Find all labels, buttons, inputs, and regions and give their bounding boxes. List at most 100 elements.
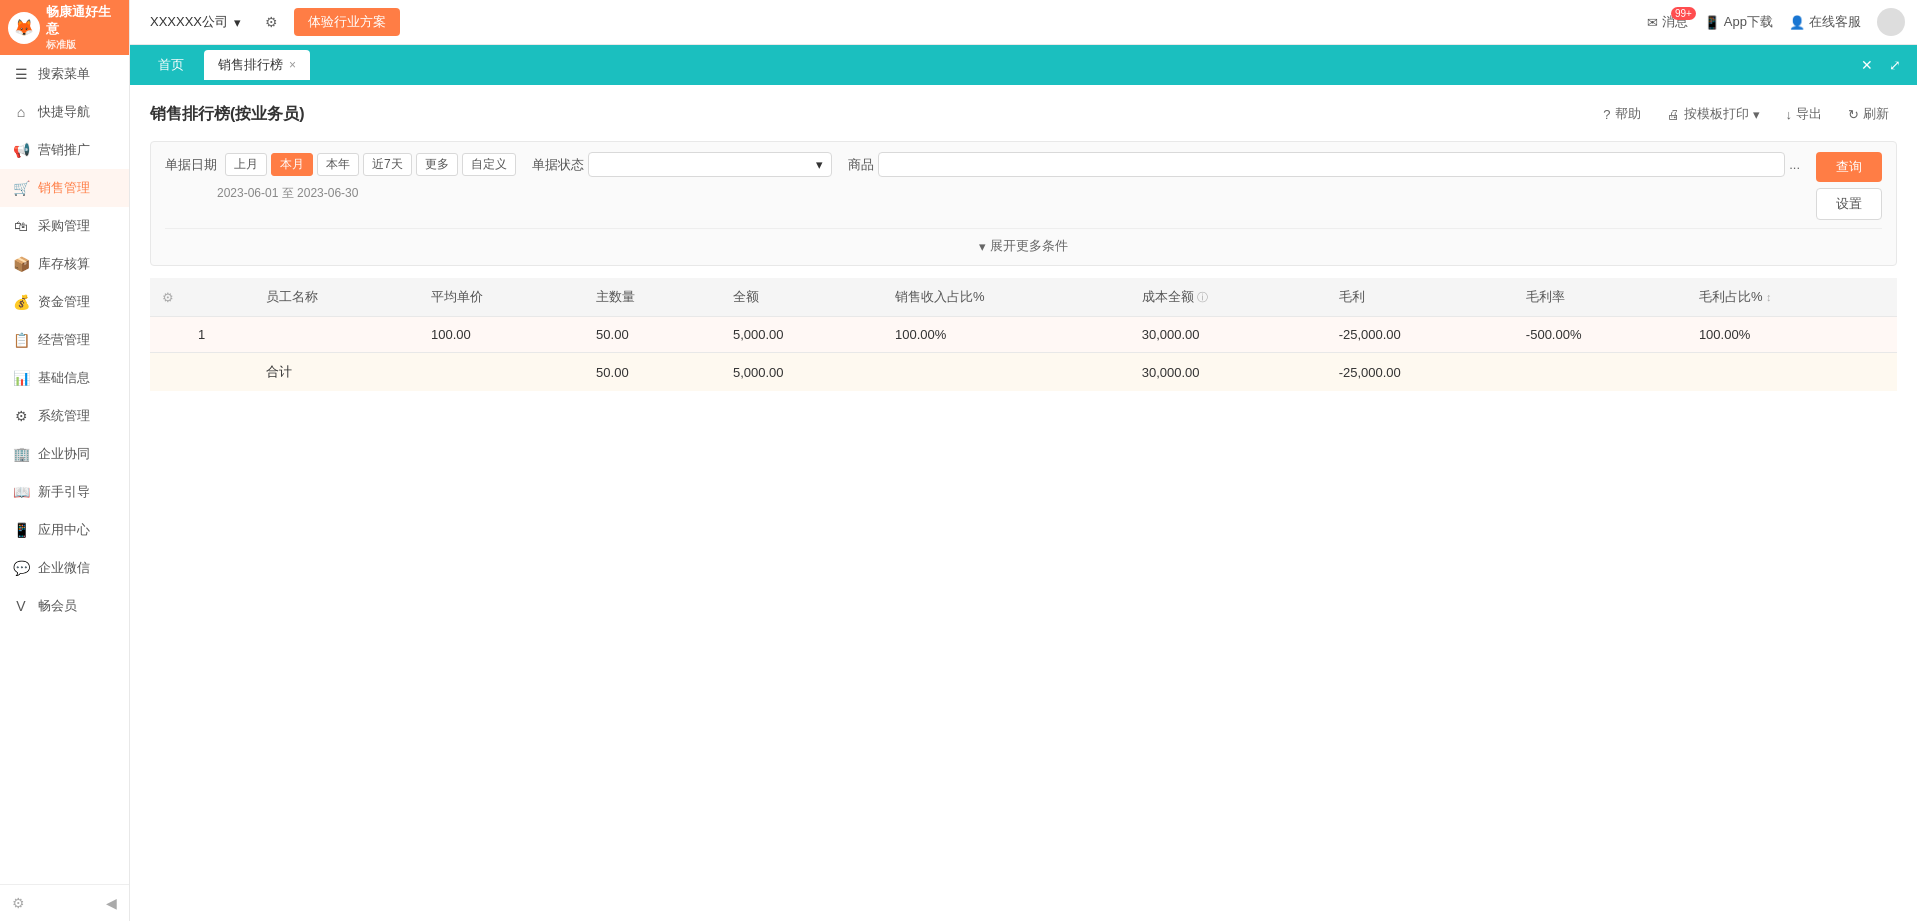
date-btn-this-year[interactable]: 本年: [317, 153, 359, 176]
sidebar-item-8[interactable]: 📊 基础信息: [0, 359, 129, 397]
query-button[interactable]: 查询: [1816, 152, 1882, 182]
print-dropdown-icon: ▾: [1753, 107, 1760, 122]
refresh-button[interactable]: ↻ 刷新: [1840, 101, 1897, 127]
footer-cost: 30,000.00: [1130, 353, 1327, 392]
date-range-display: 2023-06-01 至 2023-06-30: [217, 185, 358, 202]
sidebar-item-9[interactable]: ⚙ 系统管理: [0, 397, 129, 435]
tab-sales-ranking[interactable]: 销售排行榜 ×: [204, 50, 310, 80]
app-subtitle: 标准版: [46, 38, 121, 51]
sidebar-label-0: 搜索菜单: [38, 65, 90, 83]
col-settings[interactable]: ⚙: [150, 278, 186, 317]
date-filter-buttons: 上月 本月 本年 近7天 更多 自定义: [225, 153, 516, 176]
app-download-button[interactable]: 📱 App下载: [1704, 13, 1773, 31]
sidebar-settings-icon[interactable]: ⚙: [12, 895, 25, 911]
sidebar-item-14[interactable]: V 畅会员: [0, 587, 129, 625]
company-name: XXXXXX公司: [150, 13, 228, 31]
footer-sales-pct: [883, 353, 1130, 392]
sidebar-item-4[interactable]: 🛍 采购管理: [0, 207, 129, 245]
template-print-button[interactable]: 🖨 按模板打印 ▾: [1659, 101, 1768, 127]
row-cost: 30,000.00: [1130, 317, 1327, 353]
page-title-row: 销售排行榜(按业务员) ? 帮助 🖨 按模板打印 ▾ ↓ 导出: [150, 101, 1897, 127]
col-gross: 毛利: [1327, 278, 1514, 317]
main-area: XXXXXX公司 ▾ ⚙ 体验行业方案 ✉ 消息 99+ 📱 App下载 👤 在…: [130, 0, 1917, 921]
expand-button[interactable]: ▾ 展开更多条件: [979, 237, 1068, 255]
sidebar-label-6: 资金管理: [38, 293, 90, 311]
row-rank: 1: [186, 317, 254, 353]
sidebar-item-11[interactable]: 📖 新手引导: [0, 473, 129, 511]
col-gross-pct: 毛利占比% ↕: [1687, 278, 1897, 317]
date-btn-7days[interactable]: 近7天: [363, 153, 412, 176]
date-btn-more[interactable]: 更多: [416, 153, 458, 176]
sidebar: 🦊 畅康通好生意 标准版 ☰ 搜索菜单 ⌂ 快捷导航 📢 营销推广 🛒 销售管理…: [0, 0, 130, 921]
expand-label: 展开更多条件: [990, 237, 1068, 255]
service-icon: 👤: [1789, 15, 1805, 30]
sidebar-item-1[interactable]: ⌂ 快捷导航: [0, 93, 129, 131]
date-filter-label: 单据日期: [165, 156, 217, 174]
sidebar-label-10: 企业协同: [38, 445, 90, 463]
sidebar-item-7[interactable]: 📋 经营管理: [0, 321, 129, 359]
print-icon: 🖨: [1667, 107, 1680, 122]
tab-close-window-icon[interactable]: ✕: [1857, 53, 1877, 77]
date-btn-custom[interactable]: 自定义: [462, 153, 516, 176]
sidebar-icon-0: ☰: [12, 66, 30, 82]
sidebar-label-7: 经营管理: [38, 331, 90, 349]
sidebar-item-0[interactable]: ☰ 搜索菜单: [0, 55, 129, 93]
sidebar-item-12[interactable]: 📱 应用中心: [0, 511, 129, 549]
logo-icon: 🦊: [8, 12, 40, 44]
sidebar-icon-6: 💰: [12, 294, 30, 310]
sidebar-item-10[interactable]: 🏢 企业协同: [0, 435, 129, 473]
sidebar-item-13[interactable]: 💬 企业微信: [0, 549, 129, 587]
filter-settings-button[interactable]: 设置: [1816, 188, 1882, 220]
company-selector[interactable]: XXXXXX公司 ▾: [142, 9, 249, 35]
message-icon: ✉: [1647, 15, 1658, 30]
user-avatar[interactable]: [1877, 8, 1905, 36]
row-gross-rate: -500.00%: [1514, 317, 1687, 353]
row-qty: 50.00: [584, 317, 721, 353]
col-sales-pct: 销售收入占比%: [883, 278, 1130, 317]
app-title: 畅康通好生意: [46, 4, 121, 38]
goods-filter: 商品 ...: [848, 152, 1800, 177]
sidebar-label-2: 营销推广: [38, 141, 90, 159]
sidebar-label-13: 企业微信: [38, 559, 90, 577]
footer-settings-col: [150, 353, 186, 392]
message-button[interactable]: ✉ 消息 99+: [1647, 13, 1688, 31]
trial-button[interactable]: 体验行业方案: [294, 8, 400, 36]
tab-close-icon[interactable]: ×: [289, 58, 296, 72]
col-avg-price: 平均单价: [419, 278, 584, 317]
export-label: 导出: [1796, 105, 1822, 123]
tab-home[interactable]: 首页: [142, 50, 200, 80]
help-button[interactable]: ? 帮助: [1595, 101, 1648, 127]
goods-input[interactable]: [878, 152, 1785, 177]
sales-ranking-table: ⚙ 员工名称 平均单价 主数量 全额 销售收入占比% 成本全额 ⓘ 毛利 毛利率…: [150, 278, 1897, 391]
footer-gross-rate: [1514, 353, 1687, 392]
gross-pct-info-icon[interactable]: ↕: [1766, 291, 1772, 303]
status-select[interactable]: ▾: [588, 152, 832, 177]
sidebar-icon-11: 📖: [12, 484, 30, 500]
sidebar-icon-4: 🛍: [12, 218, 30, 234]
sidebar-item-6[interactable]: 💰 资金管理: [0, 283, 129, 321]
refresh-label: 刷新: [1863, 105, 1889, 123]
sidebar-item-3[interactable]: 🛒 销售管理: [0, 169, 129, 207]
row-avg-price: 100.00: [419, 317, 584, 353]
goods-filter-label: 商品: [848, 156, 874, 174]
sidebar-label-4: 采购管理: [38, 217, 90, 235]
sidebar-item-2[interactable]: 📢 营销推广: [0, 131, 129, 169]
sidebar-label-9: 系统管理: [38, 407, 90, 425]
sidebar-icon-10: 🏢: [12, 446, 30, 462]
date-btn-this-month[interactable]: 本月: [271, 153, 313, 176]
sidebar-icon-12: 📱: [12, 522, 30, 538]
sidebar-item-5[interactable]: 📦 库存核算: [0, 245, 129, 283]
export-button[interactable]: ↓ 导出: [1778, 101, 1831, 127]
tab-expand-icon[interactable]: ⤢: [1885, 53, 1905, 77]
content-area: 销售排行榜(按业务员) ? 帮助 🖨 按模板打印 ▾ ↓ 导出: [130, 85, 1917, 921]
help-icon: ?: [1603, 107, 1610, 122]
sidebar-collapse-icon[interactable]: ◀: [106, 895, 117, 911]
cost-info-icon[interactable]: ⓘ: [1197, 291, 1208, 303]
company-settings-icon[interactable]: ⚙: [261, 10, 282, 34]
print-label: 按模板打印: [1684, 105, 1749, 123]
col-cost: 成本全额 ⓘ: [1130, 278, 1327, 317]
online-service-button[interactable]: 👤 在线客服: [1789, 13, 1861, 31]
goods-more-btn[interactable]: ...: [1789, 157, 1800, 172]
status-filter: 单据状态 ▾: [532, 152, 832, 177]
date-btn-last-month[interactable]: 上月: [225, 153, 267, 176]
